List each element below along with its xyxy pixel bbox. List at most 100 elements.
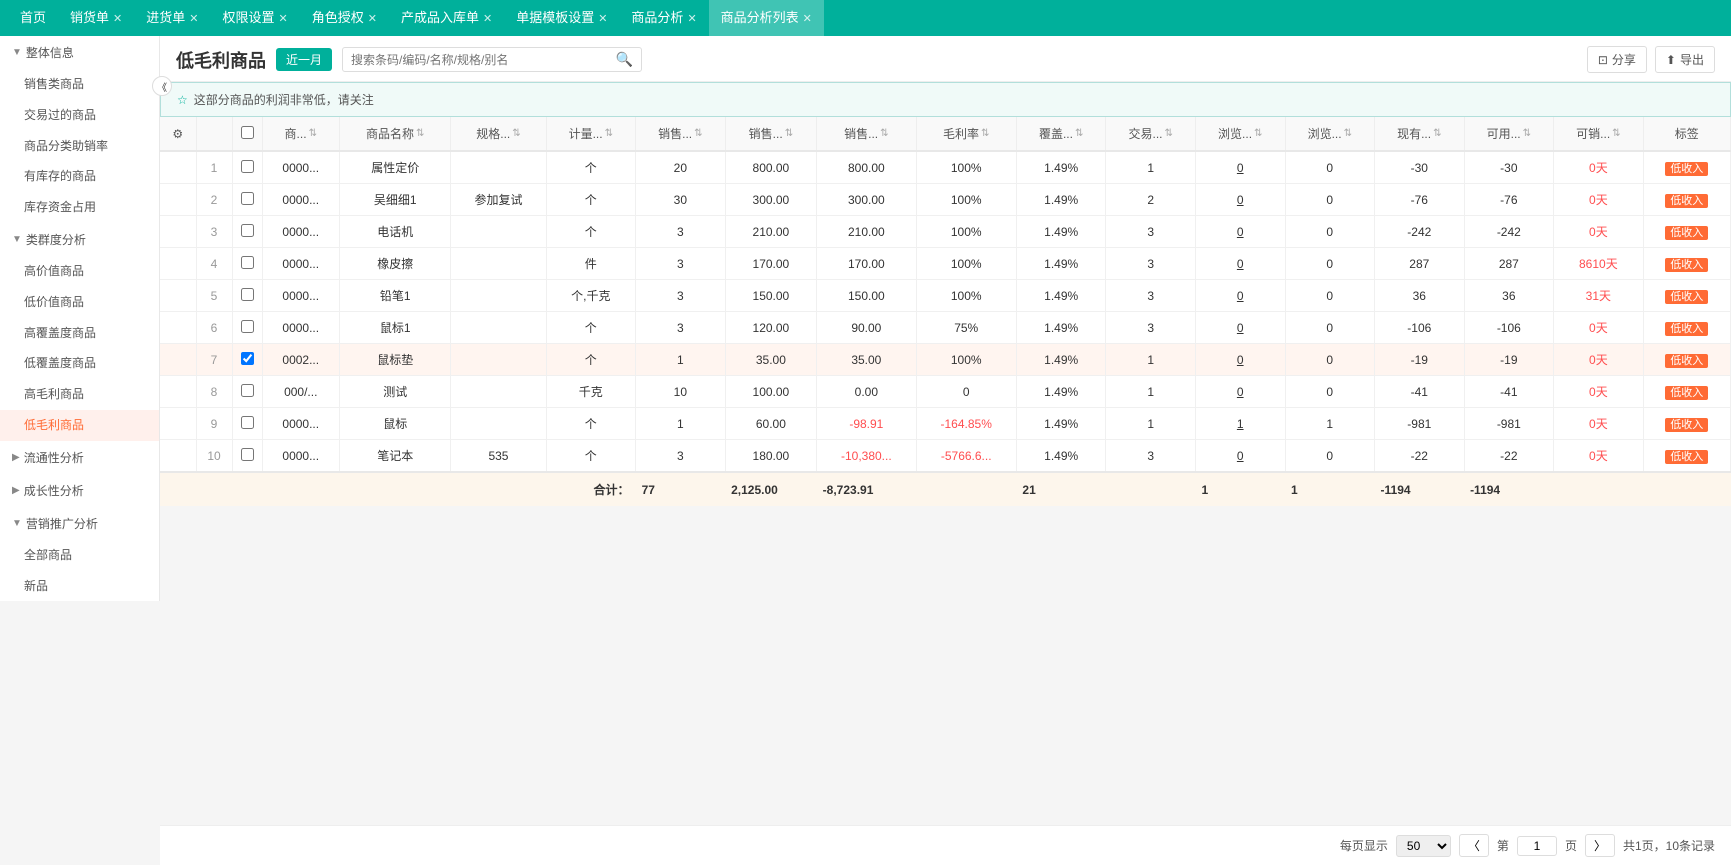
sidebar-group-circulation[interactable]: ▶ 流通性分析 [0,441,159,474]
nav-purchase[interactable]: 进货单✕ [134,0,210,36]
nav-product-in[interactable]: 产成品入库单✕ [389,0,504,36]
cell-spec [451,280,546,312]
cell-browse1[interactable]: 0 [1195,151,1285,184]
page-title: 低毛利商品 [176,47,266,73]
nav-sales[interactable]: 销货单✕ [58,0,134,36]
share-button[interactable]: ⊡ 分享 [1587,46,1647,73]
nav-permission-close[interactable]: ✕ [279,13,288,25]
cell-check[interactable] [232,151,262,184]
nav-template[interactable]: 单据模板设置✕ [504,0,619,36]
sidebar-item-sales-goods[interactable]: 销售类商品 [0,69,159,100]
cell-browse1[interactable]: 1 [1195,408,1285,440]
sidebar-group-marketing[interactable]: ▼ 营销推广分析 [0,507,159,540]
total-coverage: 21 [1016,472,1106,506]
cell-unit: 个 [546,440,636,473]
next-page-btn[interactable]: 〉 [1585,834,1615,857]
cell-check[interactable] [232,312,262,344]
nav-analysis-list-close[interactable]: ✕ [803,13,812,25]
cell-name: 鼠标 [340,408,451,440]
per-page-select[interactable]: 50 100 200 [1396,835,1451,857]
cell-browse1[interactable]: 0 [1195,344,1285,376]
cell-browse1[interactable]: 0 [1195,280,1285,312]
cell-browse1[interactable]: 0 [1195,440,1285,473]
cell-check[interactable] [232,248,262,280]
cell-check[interactable] [232,280,262,312]
nav-analysis-list[interactable]: 商品分析列表✕ [709,0,824,36]
cell-gross-rate: 1.49% [1016,312,1106,344]
col-price[interactable]: 销售...⇅ [725,117,817,151]
nav-role-close[interactable]: ✕ [368,13,377,25]
cell-tag: 低收入 [1643,280,1730,312]
cell-browse1[interactable]: 0 [1195,184,1285,216]
settings-icon[interactable]: ⚙ [172,127,183,141]
nav-product-in-close[interactable]: ✕ [483,13,492,25]
cell-unit: 个 [546,151,636,184]
nav-permission[interactable]: 权限设置✕ [210,0,299,36]
check-all-checkbox[interactable] [241,126,254,139]
col-coverage[interactable]: 覆盖...⇅ [1016,117,1106,151]
sidebar-item-category-rate[interactable]: 商品分类助销率 [0,131,159,162]
cell-check[interactable] [232,184,262,216]
col-trade[interactable]: 交易...⇅ [1106,117,1196,151]
sidebar-group-growth[interactable]: ▶ 成长性分析 [0,474,159,507]
col-spec[interactable]: 规格...⇅ [451,117,546,151]
col-unit[interactable]: 计量...⇅ [546,117,636,151]
sidebar-item-high-coverage[interactable]: 高覆盖度商品 [0,318,159,349]
sidebar-item-low-coverage[interactable]: 低覆盖度商品 [0,348,159,379]
sidebar-group-overview[interactable]: ▼ 整体信息 [0,36,159,69]
export-button[interactable]: ⬆ 导出 [1655,46,1715,73]
period-button[interactable]: 近一月 [276,48,332,71]
nav-template-close[interactable]: ✕ [598,13,607,25]
col-code[interactable]: 商...⇅ [262,117,340,151]
cell-browse1[interactable]: 0 [1195,216,1285,248]
col-saleable[interactable]: 可销...⇅ [1554,117,1644,151]
sidebar-item-low-margin[interactable]: 低毛利商品 [0,410,159,441]
cell-check[interactable] [232,376,262,408]
nav-home[interactable]: 首页 [8,0,58,36]
sidebar-group-cluster[interactable]: ▼ 类群度分析 [0,223,159,256]
cell-check[interactable] [232,216,262,248]
cell-check[interactable] [232,440,262,473]
cell-browse1[interactable]: 0 [1195,248,1285,280]
nav-role[interactable]: 角色授权✕ [300,0,389,36]
alert-banner: ☆ 这部分商品的利润非常低，请关注 [160,82,1731,117]
sidebar-item-high-value[interactable]: 高价值商品 [0,256,159,287]
cell-code: 0000... [262,408,340,440]
sidebar-item-inventory-capital[interactable]: 库存资金占用 [0,192,159,223]
nav-analysis[interactable]: 商品分析✕ [619,0,708,36]
search-icon[interactable]: 🔍 [616,51,633,68]
col-current[interactable]: 现有...⇅ [1375,117,1465,151]
col-settings[interactable]: ⚙ [160,117,196,151]
sidebar-collapse-btn[interactable]: 《 [152,76,172,96]
page-input[interactable] [1517,836,1557,856]
cell-browse1[interactable]: 0 [1195,312,1285,344]
col-sale-amt[interactable]: 销售...⇅ [817,117,916,151]
cell-browse1[interactable]: 0 [1195,376,1285,408]
nav-sales-close[interactable]: ✕ [113,13,122,25]
sidebar-item-traded-goods[interactable]: 交易过的商品 [0,100,159,131]
cell-check[interactable] [232,408,262,440]
sidebar-item-low-value[interactable]: 低价值商品 [0,287,159,318]
sidebar-item-all-goods[interactable]: 全部商品 [0,540,159,571]
sort-current-icon: ⇅ [1433,128,1441,139]
cell-unit: 个 [546,184,636,216]
nav-analysis-close[interactable]: ✕ [687,13,696,25]
sidebar-item-in-stock[interactable]: 有库存的商品 [0,161,159,192]
prev-page-btn[interactable]: 〈 [1459,834,1489,857]
cell-settings [160,216,196,248]
sidebar-item-high-margin[interactable]: 高毛利商品 [0,379,159,410]
col-name[interactable]: 商品名称⇅ [340,117,451,151]
col-check-all[interactable] [232,117,262,151]
col-qty[interactable]: 销售...⇅ [636,117,726,151]
col-browse2[interactable]: 浏览...⇅ [1285,117,1375,151]
table-area[interactable]: ⚙ 商...⇅ 商品名称⇅ 规格...⇅ [160,117,1731,825]
col-margin[interactable]: 毛利率⇅ [916,117,1016,151]
cell-qty: 30 [636,184,726,216]
sidebar-item-new-goods[interactable]: 新品 [0,571,159,602]
col-browse1[interactable]: 浏览...⇅ [1195,117,1285,151]
search-input[interactable] [351,53,616,67]
cell-settings [160,184,196,216]
nav-purchase-close[interactable]: ✕ [189,13,198,25]
col-available[interactable]: 可用...⇅ [1464,117,1554,151]
cell-check[interactable] [232,344,262,376]
